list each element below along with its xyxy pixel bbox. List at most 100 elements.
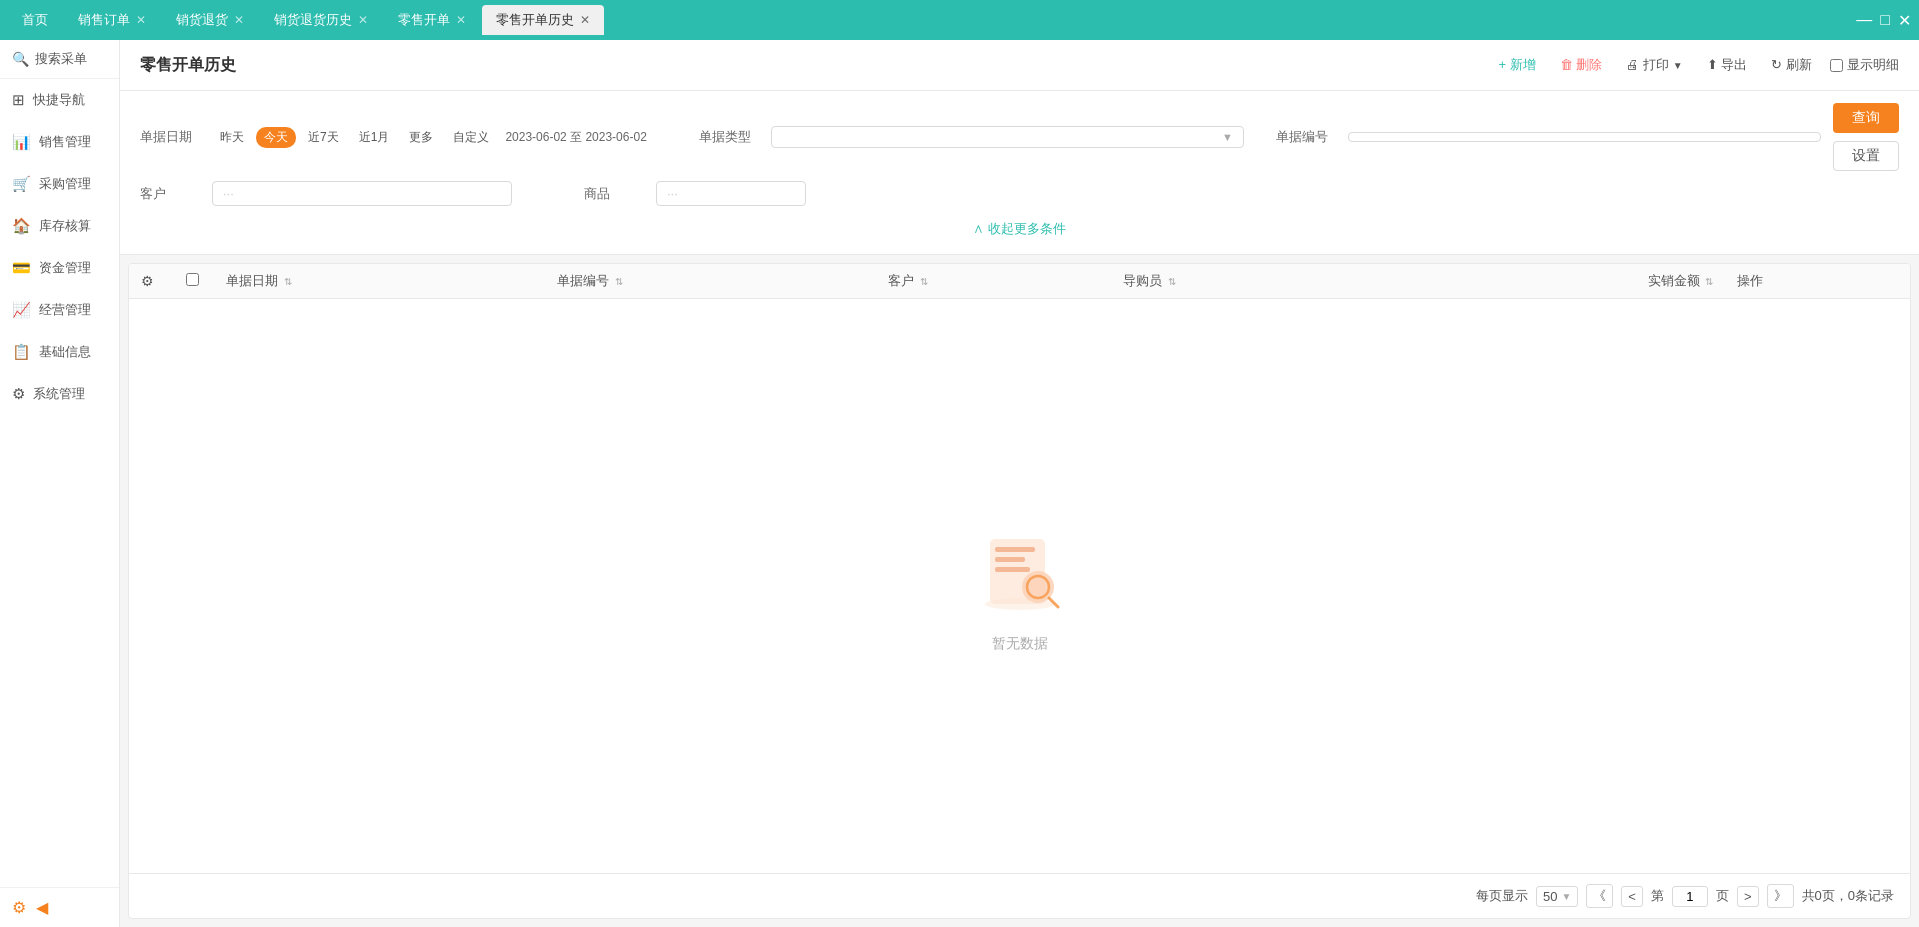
main-layout: 🔍 搜索采单 ⊞ 快捷导航 📊 销售管理 🛒 采购管理 🏠 库存核算 💳 资金管… xyxy=(0,40,1919,927)
doc-type-select[interactable]: ▼ xyxy=(771,126,1244,148)
delete-button[interactable]: 🗑 删除 xyxy=(1554,52,1609,78)
page-label-after: 页 xyxy=(1716,887,1729,905)
close-icon[interactable]: ✕ xyxy=(358,14,368,26)
sidebar-search[interactable]: 🔍 搜索采单 xyxy=(0,40,119,79)
search-icon: 🔍 xyxy=(12,51,29,67)
customer-label: 客户 xyxy=(140,185,200,203)
col-amount: 实销金额 ⇅ xyxy=(1394,264,1725,299)
tab-retail-open-history[interactable]: 零售开单历史 ✕ xyxy=(482,5,604,35)
first-page-button[interactable]: 《 xyxy=(1586,884,1613,908)
new-button[interactable]: + 新增 xyxy=(1492,52,1541,78)
close-button[interactable]: ✕ xyxy=(1898,11,1911,30)
page-input[interactable] xyxy=(1672,886,1708,907)
date-opt-more[interactable]: 更多 xyxy=(401,127,441,148)
sort-icon[interactable]: ⇅ xyxy=(615,276,623,287)
last-page-button[interactable]: 》 xyxy=(1767,884,1794,908)
svg-rect-3 xyxy=(995,557,1025,562)
svg-rect-4 xyxy=(995,567,1030,572)
close-icon[interactable]: ✕ xyxy=(234,14,244,26)
date-opt-custom[interactable]: 自定义 xyxy=(445,127,497,148)
page-label-before: 第 xyxy=(1651,887,1664,905)
money-icon: 💳 xyxy=(12,259,31,277)
grid-icon: ⊞ xyxy=(12,91,25,109)
maximize-button[interactable]: □ xyxy=(1880,11,1890,30)
tab-sales-return[interactable]: 销货退货 ✕ xyxy=(162,5,258,35)
col-customer: 客户 ⇅ xyxy=(876,264,1111,299)
sidebar-item-finance[interactable]: 💳 资金管理 xyxy=(0,247,119,289)
next-page-button[interactable]: > xyxy=(1737,886,1759,907)
tab-home[interactable]: 首页 xyxy=(8,5,62,35)
table-area: ⚙ 单据日期 ⇅ 单据编号 ⇅ xyxy=(128,263,1911,919)
date-opt-today[interactable]: 今天 xyxy=(256,127,296,148)
export-button[interactable]: ⬆ 导出 xyxy=(1701,52,1754,78)
date-label: 单据日期 xyxy=(140,128,200,146)
doc-no-label: 单据编号 xyxy=(1276,128,1336,146)
print-button[interactable]: 🖨 打印 ▼ xyxy=(1620,52,1689,78)
cart-icon: 🛒 xyxy=(12,175,31,193)
sidebar-item-sales-mgmt[interactable]: 📊 销售管理 xyxy=(0,121,119,163)
total-info: 共0页，0条记录 xyxy=(1802,887,1894,905)
chevron-down-icon: ▼ xyxy=(1561,891,1571,902)
collapse-sidebar-icon[interactable]: ◀ xyxy=(36,898,48,917)
tab-retail-open[interactable]: 零售开单 ✕ xyxy=(384,5,480,35)
sidebar-item-purchase-mgmt[interactable]: 🛒 采购管理 xyxy=(0,163,119,205)
show-detail-input[interactable] xyxy=(1830,59,1843,72)
empty-state: 暂无数据 xyxy=(129,299,1910,873)
chevron-down-icon: ▼ xyxy=(1673,60,1683,71)
sort-icon[interactable]: ⇅ xyxy=(920,276,928,287)
sidebar-item-inventory[interactable]: 🏠 库存核算 xyxy=(0,205,119,247)
content-area: 零售开单历史 + 新增 🗑 删除 🖨 打印 ▼ ⬆ 导出 ↻ 刷新 xyxy=(120,40,1919,927)
col-salesperson: 导购员 ⇅ xyxy=(1111,264,1394,299)
prev-page-button[interactable]: < xyxy=(1621,886,1643,907)
sidebar-item-quick-nav[interactable]: ⊞ 快捷导航 xyxy=(0,79,119,121)
house-icon: 🏠 xyxy=(12,217,31,235)
sidebar: 🔍 搜索采单 ⊞ 快捷导航 📊 销售管理 🛒 采购管理 🏠 库存核算 💳 资金管… xyxy=(0,40,120,927)
page-title: 零售开单历史 xyxy=(140,55,236,76)
empty-text: 暂无数据 xyxy=(992,635,1048,653)
sidebar-item-operation[interactable]: 📈 经营管理 xyxy=(0,289,119,331)
page-size-select[interactable]: 50 ▼ xyxy=(1536,886,1578,907)
window-controls: — □ ✕ xyxy=(1856,11,1911,30)
show-detail-checkbox[interactable]: 显示明细 xyxy=(1830,56,1899,74)
top-tabbar: 首页 销售订单 ✕ 销货退货 ✕ 销货退货历史 ✕ 零售开单 ✕ 零售开单历史 … xyxy=(0,0,1919,40)
sort-icon[interactable]: ⇅ xyxy=(1705,276,1713,287)
collapse-more-button[interactable]: ∧ 收起更多条件 xyxy=(140,216,1899,242)
refresh-button[interactable]: ↻ 刷新 xyxy=(1765,52,1818,78)
select-all-checkbox[interactable] xyxy=(186,273,199,286)
col-action: 操作 xyxy=(1725,264,1910,299)
pagination-bar: 每页显示 50 ▼ 《 < 第 页 > 》 共0页，0条记录 xyxy=(129,873,1910,918)
date-opt-7days[interactable]: 近7天 xyxy=(300,127,347,148)
settings-button[interactable]: 设置 xyxy=(1833,141,1899,171)
page-header: 零售开单历史 + 新增 🗑 删除 🖨 打印 ▼ ⬆ 导出 ↻ 刷新 xyxy=(120,40,1919,91)
minimize-button[interactable]: — xyxy=(1856,11,1872,30)
gear-icon: ⚙ xyxy=(12,385,25,403)
customer-input[interactable]: ··· xyxy=(212,181,512,206)
close-icon[interactable]: ✕ xyxy=(580,14,590,26)
sidebar-item-basic-info[interactable]: 📋 基础信息 xyxy=(0,331,119,373)
sort-icon[interactable]: ⇅ xyxy=(284,276,292,287)
data-table: ⚙ 单据日期 ⇅ 单据编号 ⇅ xyxy=(129,264,1910,299)
per-page-label: 每页显示 xyxy=(1476,887,1528,905)
sort-icon[interactable]: ⇅ xyxy=(1168,276,1176,287)
product-input[interactable]: ··· xyxy=(656,181,806,206)
settings-icon[interactable]: ⚙ xyxy=(12,898,26,917)
filter-area: 单据日期 昨天 今天 近7天 近1月 更多 自定义 2023-06-02 至 2… xyxy=(120,91,1919,255)
doc-no-input[interactable] xyxy=(1348,132,1821,142)
date-opt-1month[interactable]: 近1月 xyxy=(351,127,398,148)
tab-sales-order[interactable]: 销售订单 ✕ xyxy=(64,5,160,35)
filter-row-date: 单据日期 昨天 今天 近7天 近1月 更多 自定义 2023-06-02 至 2… xyxy=(140,103,1899,171)
svg-rect-2 xyxy=(995,547,1035,552)
doc-type-label: 单据类型 xyxy=(699,128,759,146)
col-date: 单据日期 ⇅ xyxy=(214,264,545,299)
date-opt-yesterday[interactable]: 昨天 xyxy=(212,127,252,148)
btn-group: 查询 设置 xyxy=(1833,103,1899,171)
close-icon[interactable]: ✕ xyxy=(456,14,466,26)
tab-sales-return-history[interactable]: 销货退货历史 ✕ xyxy=(260,5,382,35)
close-icon[interactable]: ✕ xyxy=(136,14,146,26)
date-options: 昨天 今天 近7天 近1月 更多 自定义 2023-06-02 至 2023-0… xyxy=(212,127,647,148)
sidebar-item-system[interactable]: ⚙ 系统管理 xyxy=(0,373,119,415)
sidebar-bottom: ⚙ ◀ xyxy=(0,887,119,927)
column-settings-icon[interactable]: ⚙ xyxy=(141,273,154,289)
chevron-down-icon: ▼ xyxy=(1222,131,1233,143)
query-button[interactable]: 查询 xyxy=(1833,103,1899,133)
